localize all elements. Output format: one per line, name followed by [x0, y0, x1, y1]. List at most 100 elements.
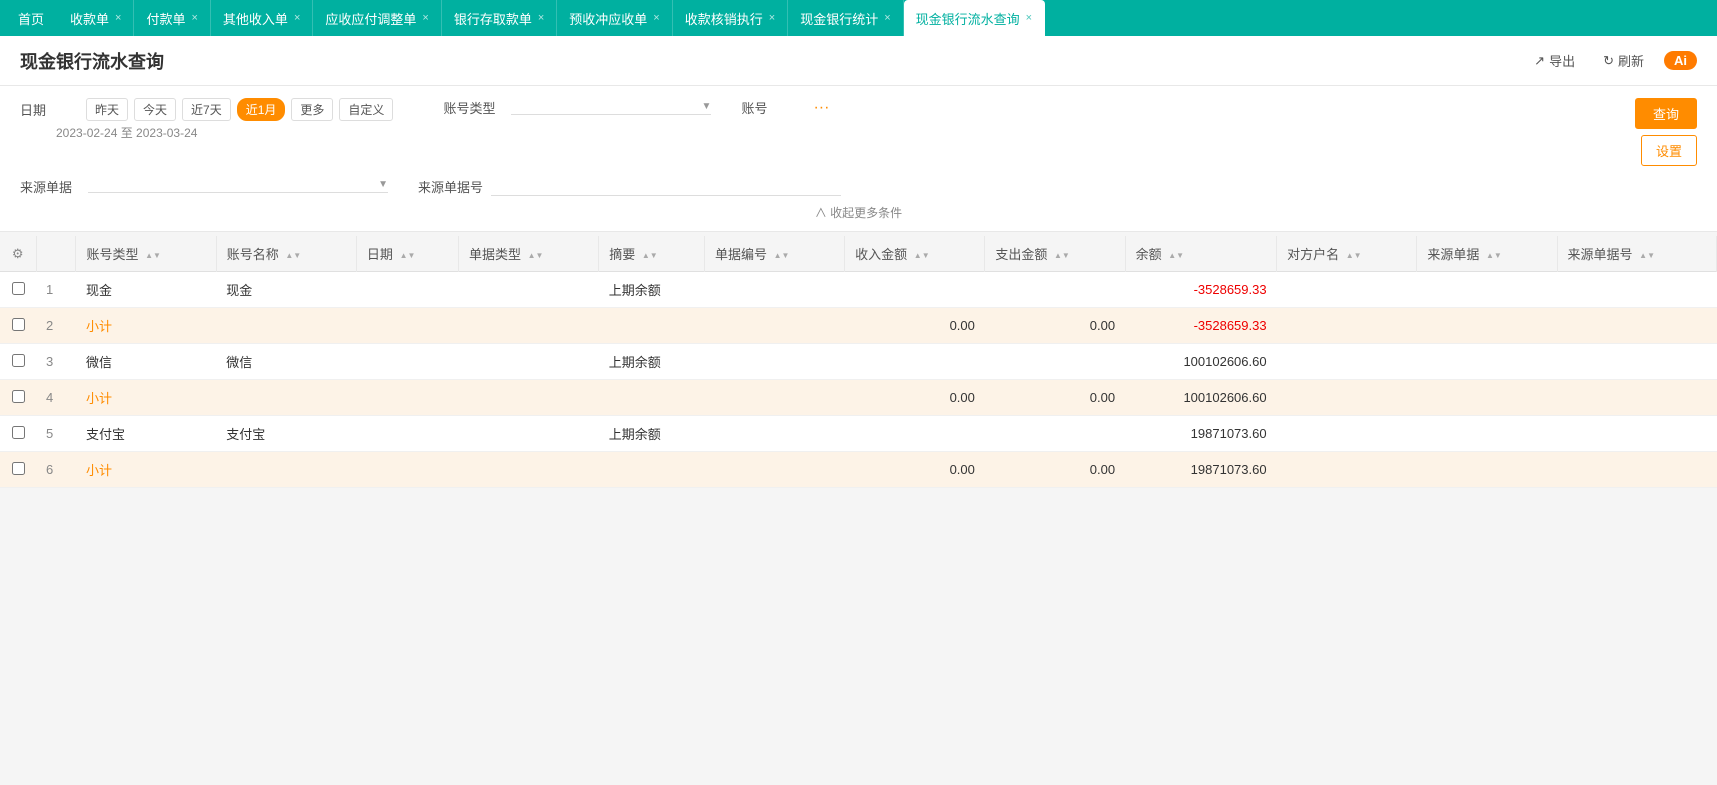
cell-counterparty: [1277, 308, 1417, 344]
date-btn-yesterday[interactable]: 昨天: [86, 98, 128, 121]
chevron-down-icon: ▼: [378, 179, 388, 190]
source-doc-no-input[interactable]: [491, 176, 841, 196]
row-checkbox-cell[interactable]: [0, 380, 36, 416]
close-icon[interactable]: ×: [538, 12, 544, 24]
row-number: 3: [36, 344, 76, 380]
cell-doc-type: [458, 308, 598, 344]
date-btn-7days[interactable]: 近7天: [182, 98, 231, 121]
refresh-button[interactable]: ↻ 刷新: [1595, 47, 1652, 74]
col-header-counterparty: 对方户名 ▲▼: [1277, 236, 1417, 272]
nav-item-现金银行流水查询[interactable]: 现金银行流水查询 ×: [904, 0, 1045, 36]
nav-home[interactable]: 首页: [4, 0, 58, 36]
date-btn-1month[interactable]: 近1月: [237, 98, 286, 121]
cell-date: [356, 380, 458, 416]
row-checkbox-cell[interactable]: [0, 416, 36, 452]
sort-icon[interactable]: ▲▼: [400, 252, 416, 260]
nav-item-银行存取款单[interactable]: 银行存取款单 ×: [442, 0, 557, 36]
row-checkbox[interactable]: [12, 282, 25, 295]
ai-badge[interactable]: Ai: [1664, 51, 1697, 70]
cell-doc-no: [704, 308, 844, 344]
table-row[interactable]: 5 支付宝 支付宝 上期余额 19871073.60: [0, 416, 1717, 452]
date-filters: 昨天 今天 近7天 近1月 更多 自定义: [86, 98, 393, 121]
date-btn-custom[interactable]: 自定义: [339, 98, 393, 121]
sort-icon[interactable]: ▲▼: [528, 252, 544, 260]
date-btn-more[interactable]: 更多: [291, 98, 333, 121]
nav-item-其他收入单[interactable]: 其他收入单 ×: [211, 0, 313, 36]
nav-item-付款单[interactable]: 付款单 ×: [134, 0, 210, 36]
cell-doc-no: [704, 344, 844, 380]
cell-source-doc: [1417, 416, 1557, 452]
cell-account-type: 现金: [76, 272, 216, 308]
row-checkbox[interactable]: [12, 354, 25, 367]
close-icon[interactable]: ×: [884, 12, 890, 24]
col-header-source-doc-no: 来源单据号 ▲▼: [1557, 236, 1716, 272]
row-checkbox-cell[interactable]: [0, 452, 36, 488]
close-icon[interactable]: ×: [191, 12, 197, 24]
date-btn-today[interactable]: 今天: [134, 98, 176, 121]
col-header-row-num: [36, 236, 76, 272]
nav-item-应收应付调整单[interactable]: 应收应付调整单 ×: [313, 0, 441, 36]
table-row[interactable]: 6 小计 0.00 0.00 19871073.60: [0, 452, 1717, 488]
table-row[interactable]: 4 小计 0.00 0.00 100102606.60: [0, 380, 1717, 416]
close-icon[interactable]: ×: [422, 12, 428, 24]
cell-source-doc-no: [1557, 272, 1716, 308]
cell-source-doc: [1417, 308, 1557, 344]
cell-summary: 上期余额: [599, 272, 705, 308]
row-checkbox[interactable]: [12, 318, 25, 331]
row-checkbox[interactable]: [12, 462, 25, 475]
row-checkbox[interactable]: [12, 426, 25, 439]
col-header-doc-no: 单据编号 ▲▼: [704, 236, 844, 272]
sort-icon[interactable]: ▲▼: [1486, 252, 1502, 260]
cell-expense: [985, 272, 1125, 308]
table-row[interactable]: 3 微信 微信 上期余额 100102606.60: [0, 344, 1717, 380]
top-nav: 首页 收款单 × 付款单 × 其他收入单 × 应收应付调整单 × 银行存取款单 …: [0, 0, 1717, 36]
gear-icon[interactable]: ⚙: [12, 246, 24, 261]
export-button[interactable]: ↗ 导出: [1526, 47, 1583, 74]
account-label: 账号: [741, 98, 801, 117]
cell-income: 0.00: [845, 308, 985, 344]
nav-item-收款核销执行[interactable]: 收款核销执行 ×: [673, 0, 788, 36]
sort-icon[interactable]: ▲▼: [1168, 252, 1184, 260]
query-button[interactable]: 查询: [1635, 98, 1697, 129]
row-checkbox-cell[interactable]: [0, 308, 36, 344]
account-type-select[interactable]: ▼: [511, 101, 711, 115]
sort-icon[interactable]: ▲▼: [1054, 252, 1070, 260]
sort-icon[interactable]: ▲▼: [914, 252, 930, 260]
cell-account-name: [216, 380, 356, 416]
close-icon[interactable]: ×: [653, 12, 659, 24]
table-row[interactable]: 2 小计 0.00 0.00 -3528659.33: [0, 308, 1717, 344]
col-header-income: 收入金额 ▲▼: [845, 236, 985, 272]
table-row[interactable]: 1 现金 现金 上期余额 -3528659.33: [0, 272, 1717, 308]
row-checkbox-cell[interactable]: [0, 344, 36, 380]
data-table: ⚙ 账号类型 ▲▼ 账号名称 ▲▼ 日期 ▲▼ 单据类型 ▲▼: [0, 236, 1717, 488]
row-checkbox[interactable]: [12, 390, 25, 403]
sort-icon[interactable]: ▲▼: [145, 252, 161, 260]
sort-icon[interactable]: ▲▼: [1346, 252, 1362, 260]
cell-expense: 0.00: [985, 380, 1125, 416]
row-checkbox-cell[interactable]: [0, 272, 36, 308]
nav-item-收款单[interactable]: 收款单 ×: [58, 0, 134, 36]
export-icon: ↗: [1534, 53, 1545, 69]
nav-item-预收冲应收单[interactable]: 预收冲应收单 ×: [557, 0, 672, 36]
cell-source-doc-no: [1557, 308, 1716, 344]
cell-account-type: 小计: [76, 308, 216, 344]
close-icon[interactable]: ×: [294, 12, 300, 24]
date-range: 2023-02-24 至 2023-03-24: [56, 126, 197, 140]
cell-income: [845, 272, 985, 308]
close-icon[interactable]: ×: [115, 12, 121, 24]
sort-icon[interactable]: ▲▼: [1639, 252, 1655, 260]
column-settings[interactable]: ⚙: [0, 236, 36, 272]
cell-date: [356, 452, 458, 488]
cell-counterparty: [1277, 380, 1417, 416]
sort-icon[interactable]: ▲▼: [285, 252, 301, 260]
close-icon[interactable]: ×: [769, 12, 775, 24]
sort-icon[interactable]: ▲▼: [642, 252, 658, 260]
account-ellipsis-button[interactable]: ···: [809, 99, 833, 117]
nav-item-现金银行统计[interactable]: 现金银行统计 ×: [788, 0, 903, 36]
close-icon[interactable]: ×: [1026, 12, 1032, 24]
source-doc-select[interactable]: ▼: [88, 179, 388, 193]
sort-icon[interactable]: ▲▼: [774, 252, 790, 260]
settings-button[interactable]: 设置: [1641, 135, 1697, 166]
collapse-filters-button[interactable]: ∧ 收起更多条件: [20, 204, 1697, 221]
refresh-icon: ↻: [1603, 53, 1614, 69]
